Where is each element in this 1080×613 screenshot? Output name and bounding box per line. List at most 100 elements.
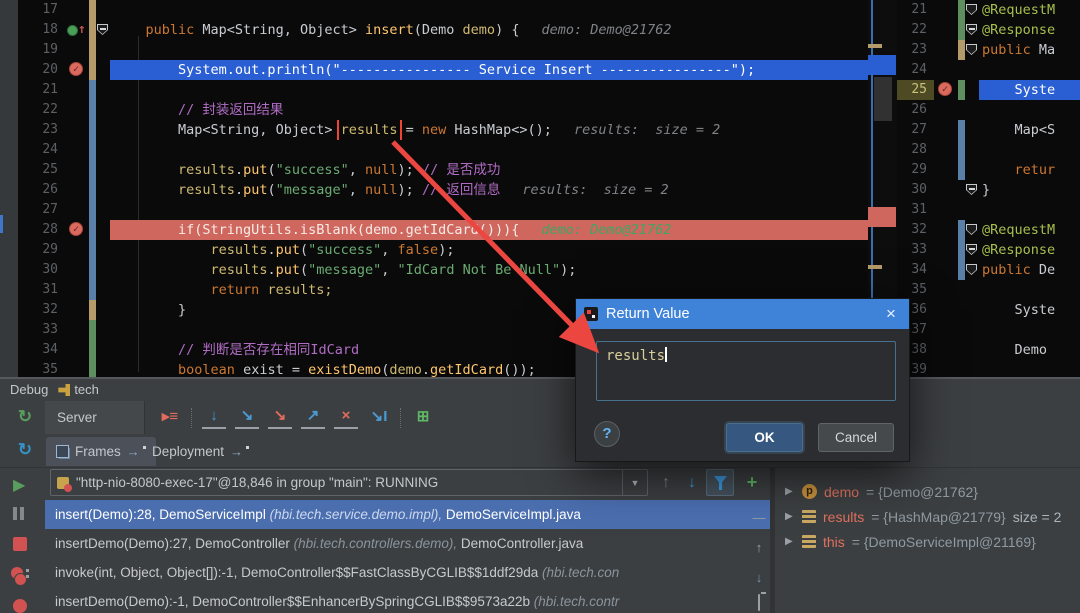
variable-row[interactable]: ▶pdemo = {Demo@21762} (775, 479, 1080, 504)
thread-selector[interactable]: "http-nio-8080-exec-17"@18,846 in group … (50, 469, 648, 496)
return-value-input[interactable]: results (596, 341, 896, 401)
line-number: 26 (18, 180, 65, 200)
breakpoint-icon[interactable]: ✓ (69, 222, 83, 236)
fold-marker-icon[interactable] (966, 224, 977, 235)
fold-marker-icon[interactable] (966, 44, 977, 55)
show-execution-point-icon[interactable]: ▸≡ (158, 407, 182, 428)
override-arrow-icon[interactable]: ↑ (78, 20, 86, 40)
fold-slot (965, 180, 979, 200)
ok-button[interactable]: OK (726, 423, 803, 452)
code-text: @Response (979, 240, 1080, 260)
fold-slot (965, 320, 979, 340)
fold-slot (96, 0, 110, 20)
breakpoint-icon[interactable]: ✓ (69, 62, 83, 76)
fold-slot (965, 200, 979, 220)
vcs-change-marker (89, 200, 96, 220)
code-line-36: 36 Syste (897, 300, 1080, 320)
line-number: 21 (18, 80, 65, 100)
code-line-39: 39 (897, 360, 1080, 377)
step-over-icon[interactable]: ↓ (202, 406, 226, 429)
vcs-change-marker (958, 100, 965, 120)
code-line-23: 23public Ma (897, 40, 1080, 60)
scrollbar-change-mark (868, 265, 882, 269)
return-value-dialog: Return Value × results ? OK Cancel (575, 298, 910, 462)
chevron-down-icon[interactable]: ▼ (622, 470, 647, 495)
vcs-change-marker (89, 100, 96, 120)
fold-marker-icon[interactable] (966, 24, 977, 35)
code-line-24: 24 (18, 140, 868, 160)
vcs-change-marker (958, 20, 965, 40)
line-number: 32 (897, 220, 934, 240)
tab-server[interactable]: Server (45, 401, 145, 434)
tab-deployment[interactable]: Deployment → (142, 437, 259, 466)
view-breakpoints-button[interactable] (11, 567, 29, 583)
code-text: return results; (110, 280, 868, 300)
inline-debugger-hint: results: size = 2 (522, 182, 668, 198)
evaluate-expression-icon[interactable]: ⊞ (411, 407, 435, 428)
sync-icon[interactable]: ↻ (14, 439, 36, 461)
toolbar-separator (191, 408, 193, 428)
stack-frame-row[interactable]: insertDemo(Demo):-1, DemoController$$Enh… (45, 587, 770, 613)
drop-frame-icon[interactable]: × (334, 406, 358, 429)
dialog-title-bar[interactable]: Return Value × (576, 299, 909, 329)
fold-slot (96, 80, 110, 100)
variable-row[interactable]: ▶results = {HashMap@21779} size = 2 (775, 504, 1080, 529)
resume-button[interactable]: ▶ (13, 475, 25, 495)
hide-frames-filter-button[interactable] (706, 469, 734, 496)
fold-marker-icon[interactable] (97, 24, 108, 35)
code-text (110, 0, 868, 20)
variable-row[interactable]: ▶this = {DemoServiceImpl@21169} (775, 529, 1080, 554)
vcs-change-marker (958, 120, 965, 140)
fold-slot (96, 200, 110, 220)
gutter-slot (934, 320, 958, 340)
fold-marker-icon[interactable] (966, 4, 977, 15)
step-into-icon[interactable]: ↘ (235, 406, 259, 429)
step-buttons: ▸≡ ↓ ↘ ↘ ↗ × ↘I ⊞ (158, 401, 435, 434)
rerun-icon[interactable]: ↻ (14, 406, 36, 428)
gutter-slot (65, 160, 89, 180)
mute-breakpoints-button[interactable] (13, 599, 27, 613)
stack-frame-row[interactable]: invoke(int, Object, Object[]):-1, DemoCo… (45, 558, 770, 587)
scrollbar-thumb[interactable] (874, 77, 892, 121)
code-text: Syste (979, 80, 1080, 100)
code-line-30: 30 results.put("message", "IdCard Not Be… (18, 260, 868, 280)
code-line-31: 31 return results; (18, 280, 868, 300)
thread-extra-button[interactable]: + (739, 469, 765, 496)
editor-right[interactable]: 21@RequestM22@Response23public Ma2425✓ S… (897, 0, 1080, 377)
vcs-change-marker (89, 220, 96, 240)
step-out-icon[interactable]: ↗ (301, 406, 325, 429)
collapse-icon[interactable]: — (750, 505, 768, 535)
code-text: results.put("success", null); // 是否成功 (110, 160, 868, 180)
next-frame-button[interactable]: ↓ (679, 469, 705, 496)
fold-marker-icon[interactable] (966, 244, 977, 255)
fold-marker-icon[interactable] (966, 264, 977, 275)
line-number: 28 (18, 220, 65, 240)
line-number: 35 (897, 280, 934, 300)
force-step-into-icon[interactable]: ↘ (268, 406, 292, 429)
help-button[interactable]: ? (594, 421, 620, 447)
code-text: @Response (979, 20, 1080, 40)
cancel-button[interactable]: Cancel (818, 423, 894, 452)
code-text (979, 360, 1080, 377)
stop-button[interactable] (13, 537, 27, 551)
expand-caret-icon[interactable]: ▶ (785, 511, 795, 522)
vcs-change-marker (89, 280, 96, 300)
implements-icon[interactable] (67, 25, 78, 36)
expand-caret-icon[interactable]: ▶ (785, 536, 795, 547)
breakpoint-icon[interactable]: ✓ (938, 82, 952, 96)
fold-slot (965, 280, 979, 300)
expand-caret-icon[interactable]: ▶ (785, 486, 795, 497)
scroll-up-icon[interactable]: ↑ (750, 535, 768, 565)
scroll-down-icon[interactable]: ↓ (750, 565, 768, 595)
prev-frame-button[interactable]: ↑ (653, 469, 679, 496)
debug-view-tabs: ↻ Frames → Deployment → (0, 434, 1080, 468)
run-to-cursor-icon[interactable]: ↘I (367, 407, 391, 428)
close-icon[interactable]: × (881, 304, 901, 324)
stack-frame-row[interactable]: insert(Demo):28, DemoServiceImpl (hbi.te… (45, 500, 770, 529)
stack-frame-row[interactable]: insertDemo(Demo):27, DemoController (hbi… (45, 529, 770, 558)
fold-marker-icon[interactable] (966, 184, 977, 195)
clipboard-icon[interactable] (758, 594, 760, 611)
pause-button[interactable] (13, 507, 27, 525)
input-value: results (606, 348, 665, 364)
tab-frames[interactable]: Frames → (46, 437, 156, 466)
